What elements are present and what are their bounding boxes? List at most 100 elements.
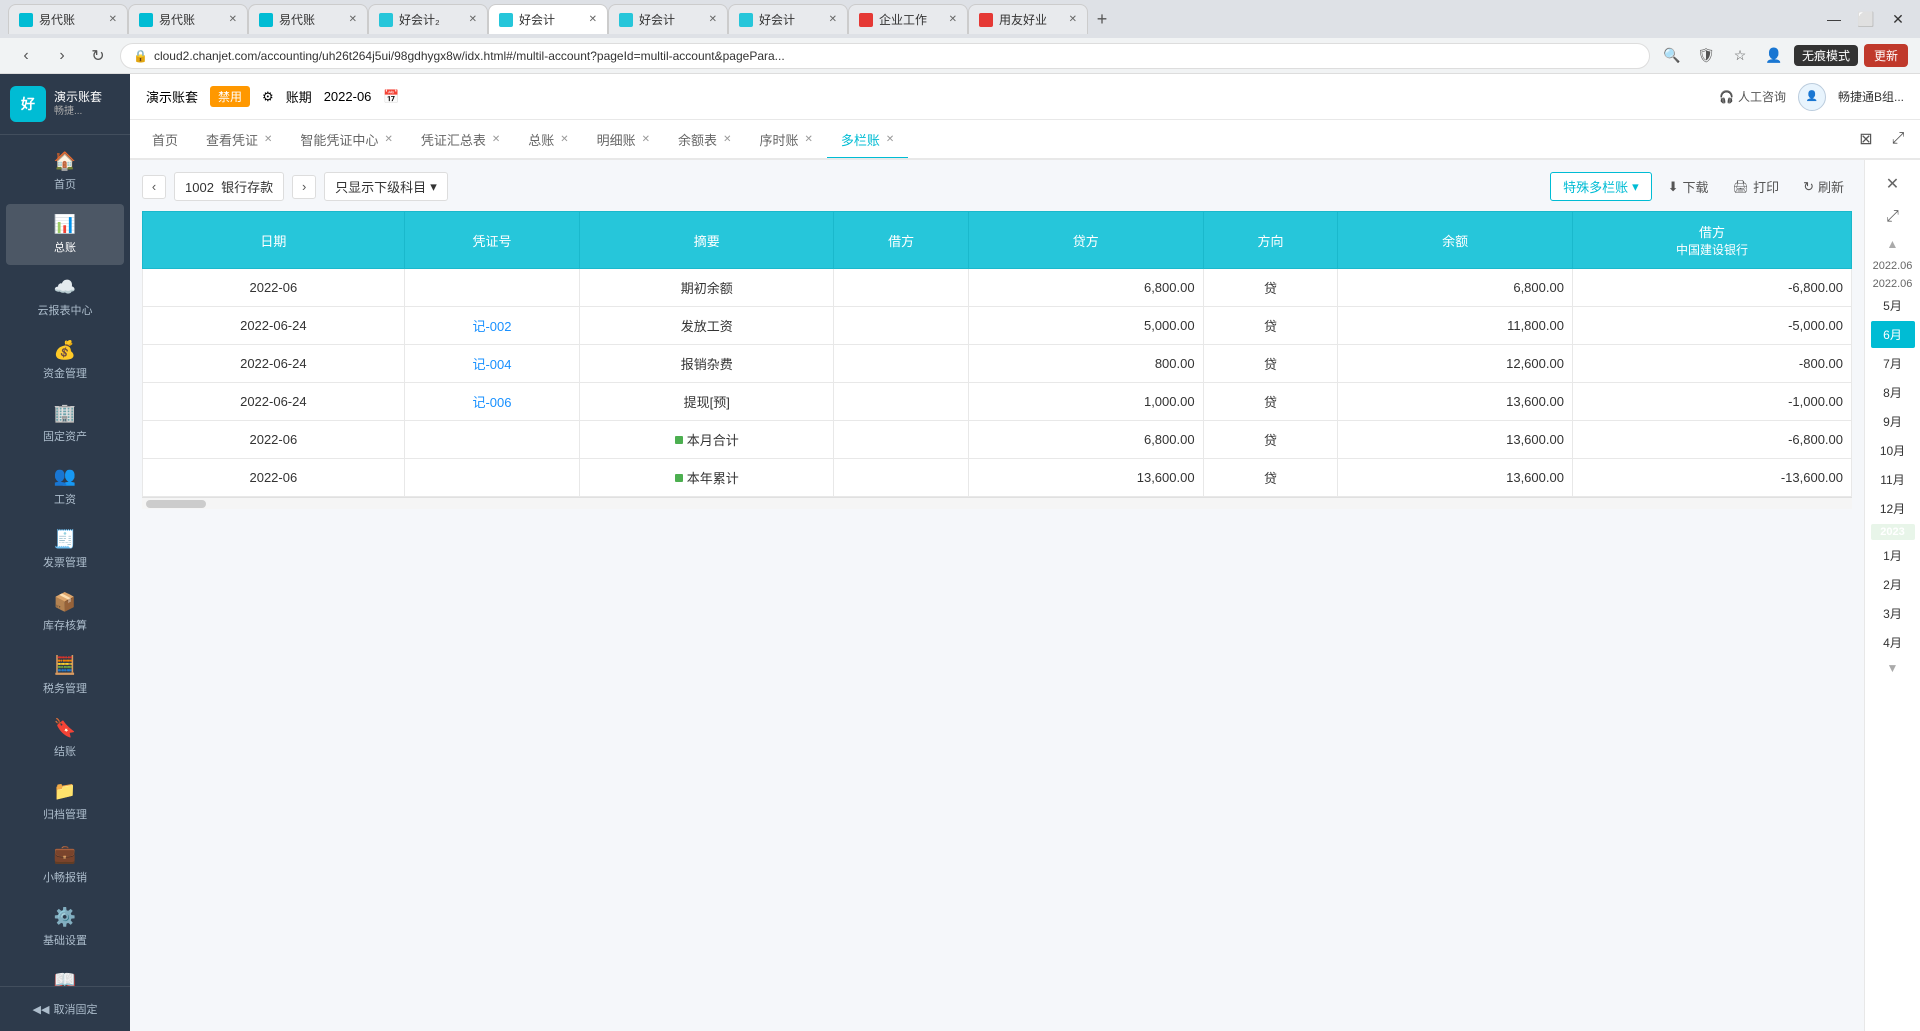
incognito-button[interactable]: 无痕模式: [1794, 45, 1858, 66]
tab-close-icon[interactable]: ✕: [492, 134, 500, 145]
calendar-icon[interactable]: 📅: [383, 89, 399, 105]
sidebar-item-assets[interactable]: 🏢 固定资产: [6, 393, 124, 454]
account-selector[interactable]: 1002 银行存款: [174, 172, 284, 201]
tab-balance[interactable]: 余额表 ✕: [664, 121, 745, 159]
reload-button[interactable]: ↻: [84, 42, 112, 70]
tab-close-icon[interactable]: ✕: [469, 14, 477, 25]
tab-multi-col[interactable]: 多栏账 ✕: [827, 121, 908, 159]
restore-button[interactable]: ⬜: [1852, 5, 1880, 33]
tab-close-icon[interactable]: ✕: [384, 134, 392, 145]
month-apr[interactable]: 4月: [1871, 629, 1915, 656]
sidebar-item-inventory[interactable]: 📦 库存核算: [6, 582, 124, 643]
tab-yidaizhang-3[interactable]: 易代账 ✕: [248, 4, 368, 34]
tab-yidaizhang-1[interactable]: 易代账 ✕: [8, 4, 128, 34]
bookmark-icon[interactable]: ☆: [1726, 42, 1754, 70]
sidebar-item-expense[interactable]: 💼 小畅报销: [6, 834, 124, 895]
tab-detail-ledger[interactable]: 明细账 ✕: [583, 121, 664, 159]
download-button[interactable]: ⬇ 下载: [1660, 173, 1717, 200]
tab-yonyou[interactable]: 用友好业 ✕: [968, 4, 1088, 34]
tab-close-icon[interactable]: ✕: [829, 14, 837, 25]
shield-icon[interactable]: 🛡: [1692, 42, 1720, 70]
tab-home[interactable]: 首页: [138, 121, 192, 159]
month-december[interactable]: 12月: [1871, 495, 1915, 522]
consult-button[interactable]: 🎧 人工咨询: [1719, 88, 1786, 105]
new-tab-button[interactable]: +: [1088, 5, 1116, 33]
next-account-button[interactable]: ›: [292, 175, 316, 199]
tab-close-icon[interactable]: ✕: [560, 134, 568, 145]
month-november[interactable]: 11月: [1871, 466, 1915, 493]
tab-qiye[interactable]: 企业工作 ✕: [848, 4, 968, 34]
url-input[interactable]: 🔒 cloud2.chanjet.com/accounting/uh26t264…: [120, 43, 1650, 69]
scroll-up-button[interactable]: ▲: [1871, 234, 1915, 254]
prev-account-button[interactable]: ‹: [142, 175, 166, 199]
cell-voucher[interactable]: 记-004: [404, 345, 580, 383]
tab-close-icon[interactable]: ✕: [723, 134, 731, 145]
tab-close-icon[interactable]: ✕: [886, 134, 894, 145]
pin-button[interactable]: ◀◀ 取消固定: [6, 995, 124, 1023]
update-button[interactable]: 更新: [1864, 44, 1908, 67]
tab-yidaizhang-2[interactable]: 易代账 ✕: [128, 4, 248, 34]
sidebar-item-settings[interactable]: ⚙️ 基础设置: [6, 897, 124, 958]
refresh-button[interactable]: ↻ 刷新: [1795, 173, 1852, 200]
month-august[interactable]: 8月: [1871, 379, 1915, 406]
tab-close-icon[interactable]: ✕: [804, 134, 812, 145]
tab-haokuaiji-active[interactable]: 好会计 ✕: [488, 4, 608, 34]
tab-haokuaiji-3[interactable]: 好会计 ✕: [728, 4, 848, 34]
filter-select[interactable]: 只显示下级科目 ▾: [324, 172, 448, 201]
tab-close-icon[interactable]: ✕: [229, 14, 237, 25]
tab-voucher-summary[interactable]: 凭证汇总表 ✕: [407, 121, 514, 159]
scroll-down-button[interactable]: ▼: [1871, 658, 1915, 678]
print-button[interactable]: 🖨 打印: [1725, 173, 1788, 200]
sidebar-item-invoice[interactable]: 🧾 发票管理: [6, 519, 124, 580]
month-june[interactable]: 6月: [1871, 321, 1915, 348]
month-may[interactable]: 5月: [1871, 292, 1915, 319]
month-mar[interactable]: 3月: [1871, 600, 1915, 627]
scroll-thumb[interactable]: [146, 500, 206, 508]
tab-view-voucher[interactable]: 查看凭证 ✕: [192, 121, 286, 159]
tab-general-ledger[interactable]: 总账 ✕: [514, 121, 582, 159]
expand-button[interactable]: ⤢: [1884, 125, 1912, 153]
month-feb[interactable]: 2月: [1871, 571, 1915, 598]
sidebar-item-salary[interactable]: 👥 工资: [6, 456, 124, 517]
tab-journal[interactable]: 序时账 ✕: [745, 121, 826, 159]
cell-debit: [834, 345, 969, 383]
month-jan[interactable]: 1月: [1871, 542, 1915, 569]
tab-close-icon[interactable]: ✕: [642, 134, 650, 145]
collapse-button[interactable]: ⊠: [1852, 125, 1880, 153]
panel-close-button[interactable]: ✕: [1865, 168, 1920, 200]
month-july[interactable]: 7月: [1871, 350, 1915, 377]
sidebar-item-ledger[interactable]: 📊 总账: [6, 204, 124, 265]
cell-voucher[interactable]: 记-002: [404, 307, 580, 345]
demo-badge[interactable]: 禁用: [210, 86, 250, 107]
tab-close-icon[interactable]: ✕: [349, 14, 357, 25]
sidebar-item-funds[interactable]: 💰 资金管理: [6, 330, 124, 391]
tab-close-icon[interactable]: ✕: [709, 14, 717, 25]
minimize-button[interactable]: —: [1820, 5, 1848, 33]
tab-close-icon[interactable]: ✕: [589, 14, 597, 25]
profile-icon[interactable]: 👤: [1760, 42, 1788, 70]
tab-close-icon[interactable]: ✕: [264, 134, 272, 145]
sidebar-item-tax[interactable]: 🧮 税务管理: [6, 645, 124, 706]
month-october[interactable]: 10月: [1871, 437, 1915, 464]
tab-smart-voucher[interactable]: 智能凭证中心 ✕: [286, 121, 406, 159]
sidebar-item-home[interactable]: 🏠 首页: [6, 141, 124, 202]
sidebar-item-guide[interactable]: 📖 新手引导: [6, 960, 124, 986]
multi-col-button[interactable]: 特殊多栏账 ▾: [1550, 172, 1652, 201]
cell-voucher[interactable]: 记-006: [404, 383, 580, 421]
tab-haokuaiji-2[interactable]: 好会计 ✕: [608, 4, 728, 34]
gear-icon[interactable]: ⚙: [262, 89, 274, 105]
sidebar-item-archive[interactable]: 📁 归档管理: [6, 771, 124, 832]
back-button[interactable]: ‹: [12, 42, 40, 70]
tab-close-icon[interactable]: ✕: [1069, 14, 1077, 25]
search-icon[interactable]: 🔍: [1658, 42, 1686, 70]
panel-expand-button[interactable]: ⤢: [1865, 202, 1920, 232]
sidebar-item-reports[interactable]: ☁️ 云报表中心: [6, 267, 124, 328]
forward-button[interactable]: ›: [48, 42, 76, 70]
close-button[interactable]: ✕: [1884, 5, 1912, 33]
tab-close-icon[interactable]: ✕: [109, 14, 117, 25]
tab-haokuaiji-1[interactable]: 好会计₂ ✕: [368, 4, 488, 34]
month-september[interactable]: 9月: [1871, 408, 1915, 435]
sidebar-item-close-accounts[interactable]: 🔖 结账: [6, 708, 124, 769]
horizontal-scrollbar[interactable]: [142, 497, 1852, 509]
tab-close-icon[interactable]: ✕: [949, 14, 957, 25]
